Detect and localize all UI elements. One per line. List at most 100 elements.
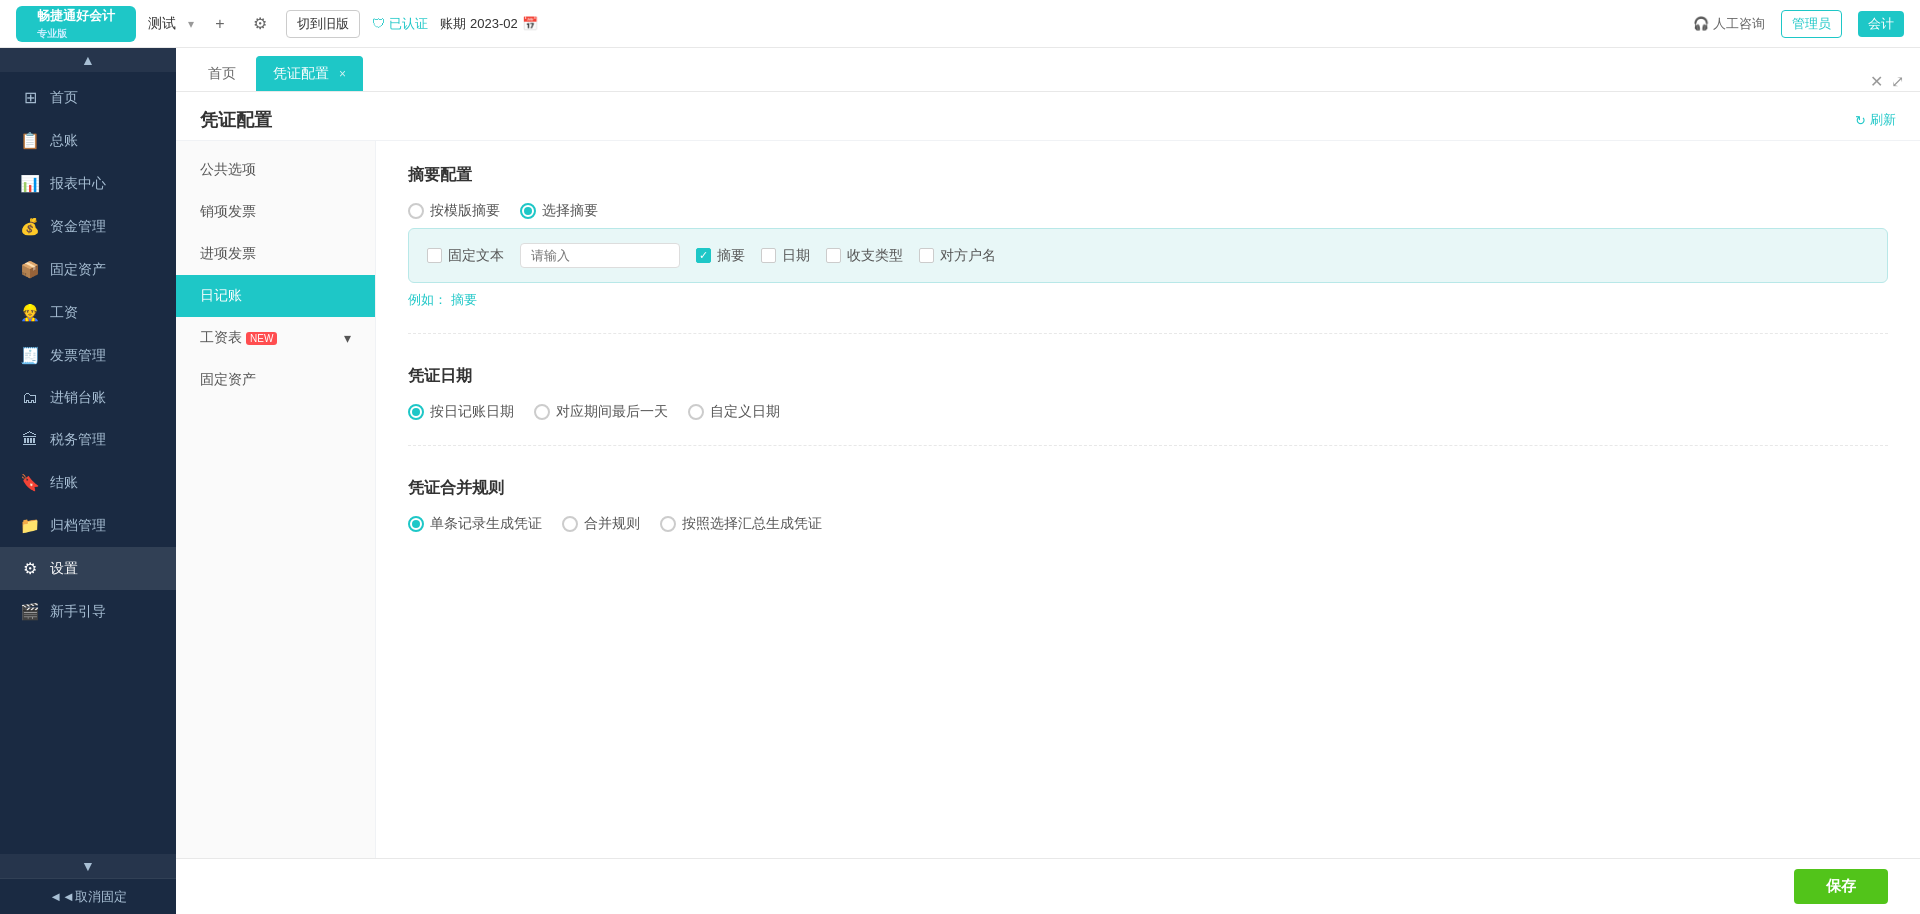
inner-layout: 公共选项 销项发票 进项发票 日记账 工资表 NEW ▾ <box>176 141 1920 858</box>
tab-voucher-config[interactable]: 凭证配置 × <box>256 56 363 91</box>
checkbox-counterparty[interactable]: 对方户名 <box>919 247 996 265</box>
page-title: 凭证配置 <box>200 108 272 132</box>
radio-summary-generate-circle <box>660 516 676 532</box>
merge-rules-title: 凭证合并规则 <box>408 478 1888 499</box>
tab-home[interactable]: 首页 <box>192 57 252 91</box>
left-menu-item-sales-invoice[interactable]: 销项发票 <box>176 191 375 233</box>
refresh-label: 刷新 <box>1870 111 1896 129</box>
content-area: 首页 凭证配置 × ✕ ⤢ 凭证配置 ↻ 刷新 <box>176 48 1920 914</box>
checkbox-fixed-text[interactable]: 固定文本 <box>427 247 504 265</box>
left-menu-item-public[interactable]: 公共选项 <box>176 149 375 191</box>
summary-radio-group: 按模版摘要 选择摘要 <box>408 202 1888 220</box>
sidebar-item-reports[interactable]: 📊 报表中心 <box>0 162 176 205</box>
checkbox-counterparty-box <box>919 248 934 263</box>
radio-template-summary[interactable]: 按模版摘要 <box>408 202 500 220</box>
sidebar-scroll-up[interactable]: ▲ <box>0 48 176 72</box>
merge-rules-section: 凭证合并规则 单条记录生成凭证 合并规则 <box>408 478 1888 557</box>
sidebar-item-guide[interactable]: 🎬 新手引导 <box>0 590 176 633</box>
tab-bar: 首页 凭证配置 × ✕ ⤢ <box>176 48 1920 92</box>
sidebar-item-closing[interactable]: 🔖 结账 <box>0 461 176 504</box>
save-button[interactable]: 保存 <box>1794 869 1888 904</box>
company-chevron-icon[interactable]: ▾ <box>188 17 194 31</box>
sidebar-item-label: 固定资产 <box>50 261 106 279</box>
archive-icon: 📁 <box>20 516 40 535</box>
checkbox-income-type-box <box>826 248 841 263</box>
radio-period-last-day-circle <box>534 404 550 420</box>
checkbox-date[interactable]: 日期 <box>761 247 810 265</box>
left-menu-item-fixed-assets[interactable]: 固定资产 <box>176 359 375 401</box>
sidebar-item-label: 设置 <box>50 560 78 578</box>
sidebar: ▲ ⊞ 首页 📋 总账 📊 报表中心 💰 资金管理 📦 固定资产 <box>0 48 176 914</box>
accountant-button[interactable]: 会计 <box>1858 11 1904 37</box>
summary-checkbox-row: 固定文本 ✓ 摘要 日期 <box>408 228 1888 283</box>
cert-icon: 🛡 <box>372 16 385 31</box>
sidebar-item-assets[interactable]: 📦 固定资产 <box>0 248 176 291</box>
tax-icon: 🏛 <box>20 431 40 449</box>
radio-select-summary[interactable]: 选择摘要 <box>520 202 598 220</box>
radio-single-record-label: 单条记录生成凭证 <box>430 515 542 533</box>
old-version-button[interactable]: 切到旧版 <box>286 10 360 38</box>
checkbox-summary[interactable]: ✓ 摘要 <box>696 247 745 265</box>
left-menu-item-payroll[interactable]: 工资表 NEW ▾ <box>176 317 375 359</box>
sidebar-item-invoice[interactable]: 🧾 发票管理 <box>0 334 176 377</box>
checkbox-fixed-text-box <box>427 248 442 263</box>
left-menu-item-diary[interactable]: 日记账 <box>176 275 375 317</box>
radio-summary-generate[interactable]: 按照选择汇总生成凭证 <box>660 515 822 533</box>
close-window-icon[interactable]: ✕ <box>1870 72 1883 91</box>
sidebar-item-wages[interactable]: 👷 工资 <box>0 291 176 334</box>
consult-button[interactable]: 🎧 人工咨询 <box>1693 15 1765 33</box>
consult-icon: 🎧 <box>1693 16 1709 31</box>
calendar-icon[interactable]: 📅 <box>522 16 538 31</box>
example-value: 摘要 <box>451 292 477 307</box>
sidebar-item-label: 归档管理 <box>50 517 106 535</box>
sidebar-item-label: 工资 <box>50 304 78 322</box>
settings-icon: ⚙ <box>20 559 40 578</box>
left-menu-item-purchase-invoice[interactable]: 进项发票 <box>176 233 375 275</box>
left-menu-label: 固定资产 <box>200 371 256 389</box>
tab-close-icon[interactable]: × <box>339 67 346 81</box>
sidebar-scroll-down[interactable]: ▼ <box>0 854 176 878</box>
voucher-date-title: 凭证日期 <box>408 366 1888 387</box>
checkbox-fixed-text-label: 固定文本 <box>448 247 504 265</box>
checkbox-income-type-label: 收支类型 <box>847 247 903 265</box>
sidebar-item-home[interactable]: ⊞ 首页 <box>0 76 176 119</box>
page-wrapper: 凭证配置 ↻ 刷新 公共选项 销项发票 进项发票 <box>176 92 1920 914</box>
logo-main-text: 畅捷通好会计 <box>37 7 115 25</box>
topbar: 畅捷通好会计 专业版 测试 ▾ + ⚙ 切到旧版 🛡 已认证 账期 2023-0… <box>0 0 1920 48</box>
radio-merge-rules[interactable]: 合并规则 <box>562 515 640 533</box>
radio-single-record[interactable]: 单条记录生成凭证 <box>408 515 542 533</box>
voucher-date-section: 凭证日期 按日记账日期 对应期间最后一天 <box>408 366 1888 446</box>
sidebar-item-label: 新手引导 <box>50 603 106 621</box>
right-content: 摘要配置 按模版摘要 选择摘要 <box>376 141 1920 858</box>
refresh-button[interactable]: ↻ 刷新 <box>1855 111 1896 129</box>
left-menu-label: 日记账 <box>200 287 242 305</box>
sidebar-item-archive[interactable]: 📁 归档管理 <box>0 504 176 547</box>
radio-period-last-day-label: 对应期间最后一天 <box>556 403 668 421</box>
home-icon: ⊞ <box>20 88 40 107</box>
sidebar-nav: ⊞ 首页 📋 总账 📊 报表中心 💰 资金管理 📦 固定资产 👷 工资 <box>0 72 176 854</box>
radio-custom-date[interactable]: 自定义日期 <box>688 403 780 421</box>
sidebar-item-label: 总账 <box>50 132 78 150</box>
unfix-sidebar-button[interactable]: ◄◄取消固定 <box>0 878 176 914</box>
add-icon[interactable]: + <box>206 10 234 38</box>
checkbox-summary-label: 摘要 <box>717 247 745 265</box>
new-badge: NEW <box>246 332 277 345</box>
radio-period-last-day[interactable]: 对应期间最后一天 <box>534 403 668 421</box>
logo-sub-text: 专业版 <box>37 27 115 41</box>
radio-merge-rules-label: 合并规则 <box>584 515 640 533</box>
tab-voucher-config-label: 凭证配置 <box>273 65 329 81</box>
admin-button[interactable]: 管理员 <box>1781 10 1842 38</box>
checkbox-income-type[interactable]: 收支类型 <box>826 247 903 265</box>
sidebar-item-funds[interactable]: 💰 资金管理 <box>0 205 176 248</box>
sidebar-item-sales-ledger[interactable]: 🗂 进销台账 <box>0 377 176 419</box>
sidebar-item-tax[interactable]: 🏛 税务管理 <box>0 419 176 461</box>
radio-diary-date[interactable]: 按日记账日期 <box>408 403 514 421</box>
sidebar-item-label: 资金管理 <box>50 218 106 236</box>
sidebar-item-ledger[interactable]: 📋 总账 <box>0 119 176 162</box>
fixed-text-input[interactable] <box>520 243 680 268</box>
sidebar-item-settings[interactable]: ⚙ 设置 <box>0 547 176 590</box>
radio-select-summary-label: 选择摘要 <box>542 202 598 220</box>
settings-icon[interactable]: ⚙ <box>246 10 274 38</box>
expand-icon[interactable]: ⤢ <box>1891 72 1904 91</box>
arrow-down-icon: ▾ <box>344 330 351 346</box>
